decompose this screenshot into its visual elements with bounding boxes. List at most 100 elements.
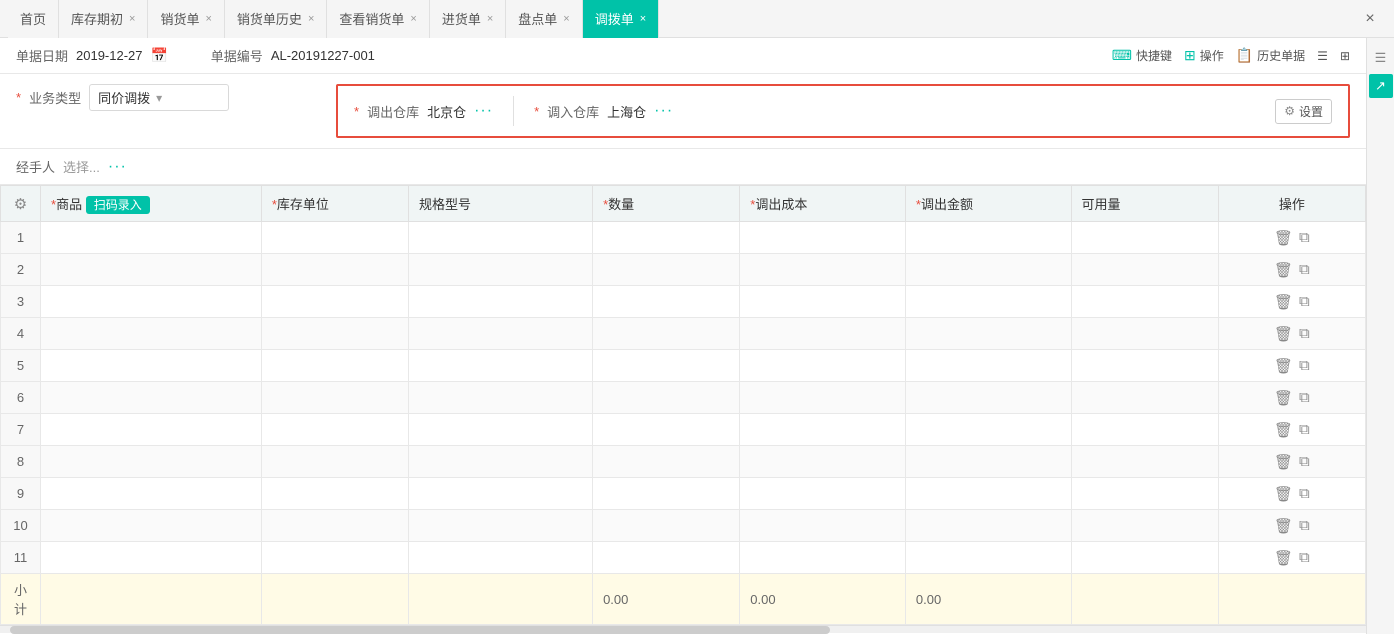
- cost-cell-5[interactable]: [740, 350, 906, 382]
- delete-icon-6[interactable]: 🗑: [1274, 389, 1293, 407]
- amount-cell-9[interactable]: [905, 478, 1071, 510]
- cost-cell-3[interactable]: [740, 286, 906, 318]
- available-cell-9[interactable]: [1071, 478, 1218, 510]
- delete-icon-2[interactable]: 🗑: [1274, 261, 1293, 279]
- sidebar-export-btn[interactable]: ↗: [1369, 74, 1393, 98]
- operations-btn[interactable]: ⊞ 操作: [1184, 47, 1224, 64]
- product-cell-6[interactable]: [41, 382, 262, 414]
- product-cell-5[interactable]: [41, 350, 262, 382]
- unit-cell-5[interactable]: [261, 350, 408, 382]
- business-type-select[interactable]: 同价调拨 ▾: [89, 84, 229, 111]
- spec-cell-9[interactable]: [409, 478, 593, 510]
- unit-cell-10[interactable]: [261, 510, 408, 542]
- tab-sales-history[interactable]: 销货单历史 ×: [225, 0, 327, 38]
- delete-icon-11[interactable]: 🗑: [1274, 549, 1293, 567]
- copy-icon-7[interactable]: ⧉: [1299, 421, 1310, 438]
- available-cell-3[interactable]: [1071, 286, 1218, 318]
- qty-cell-3[interactable]: [593, 286, 740, 318]
- shortcuts-btn[interactable]: ⌨ 快捷键: [1112, 47, 1172, 64]
- layout-grid-btn[interactable]: ⊞: [1340, 49, 1350, 63]
- qty-cell-10[interactable]: [593, 510, 740, 542]
- copy-icon-2[interactable]: ⧉: [1299, 261, 1310, 278]
- close-view-sales[interactable]: ×: [410, 13, 416, 25]
- product-cell-3[interactable]: [41, 286, 262, 318]
- table-gear-icon[interactable]: ⚙: [14, 196, 27, 213]
- available-cell-1[interactable]: [1071, 222, 1218, 254]
- tab-sales-order[interactable]: 销货单 ×: [148, 0, 224, 38]
- amount-cell-2[interactable]: [905, 254, 1071, 286]
- unit-cell-7[interactable]: [261, 414, 408, 446]
- delete-icon-7[interactable]: 🗑: [1274, 421, 1293, 439]
- close-sales-history[interactable]: ×: [308, 13, 314, 25]
- cost-cell-8[interactable]: [740, 446, 906, 478]
- copy-icon-11[interactable]: ⧉: [1299, 549, 1310, 566]
- copy-icon-4[interactable]: ⧉: [1299, 325, 1310, 342]
- transfer-in-more-btn[interactable]: ···: [654, 102, 673, 120]
- cost-cell-11[interactable]: [740, 542, 906, 574]
- delete-icon-8[interactable]: 🗑: [1274, 453, 1293, 471]
- unit-cell-9[interactable]: [261, 478, 408, 510]
- qty-cell-6[interactable]: [593, 382, 740, 414]
- copy-icon-1[interactable]: ⧉: [1299, 229, 1310, 246]
- amount-cell-11[interactable]: [905, 542, 1071, 574]
- tab-initial-stock[interactable]: 库存期初 ×: [59, 0, 148, 38]
- available-cell-2[interactable]: [1071, 254, 1218, 286]
- spec-cell-10[interactable]: [409, 510, 593, 542]
- close-purchase[interactable]: ×: [487, 13, 493, 25]
- spec-cell-4[interactable]: [409, 318, 593, 350]
- unit-cell-3[interactable]: [261, 286, 408, 318]
- product-cell-9[interactable]: [41, 478, 262, 510]
- spec-cell-7[interactable]: [409, 414, 593, 446]
- amount-cell-8[interactable]: [905, 446, 1071, 478]
- copy-icon-3[interactable]: ⧉: [1299, 293, 1310, 310]
- handler-select[interactable]: 选择...: [63, 157, 100, 176]
- unit-cell-8[interactable]: [261, 446, 408, 478]
- spec-cell-8[interactable]: [409, 446, 593, 478]
- delete-icon-9[interactable]: 🗑: [1274, 485, 1293, 503]
- close-transfer[interactable]: ×: [640, 13, 646, 25]
- unit-cell-2[interactable]: [261, 254, 408, 286]
- cost-cell-6[interactable]: [740, 382, 906, 414]
- product-cell-7[interactable]: [41, 414, 262, 446]
- cost-cell-7[interactable]: [740, 414, 906, 446]
- qty-cell-8[interactable]: [593, 446, 740, 478]
- available-cell-8[interactable]: [1071, 446, 1218, 478]
- settings-button[interactable]: ⚙ 设置: [1275, 99, 1332, 124]
- window-close-button[interactable]: ×: [1354, 0, 1386, 38]
- close-initial-stock[interactable]: ×: [129, 13, 135, 25]
- scan-button[interactable]: 扫码录入: [86, 196, 150, 214]
- tab-home[interactable]: 首页: [8, 0, 59, 38]
- spec-cell-5[interactable]: [409, 350, 593, 382]
- unit-cell-4[interactable]: [261, 318, 408, 350]
- amount-cell-6[interactable]: [905, 382, 1071, 414]
- product-cell-4[interactable]: [41, 318, 262, 350]
- scrollbar-area[interactable]: [0, 625, 1366, 633]
- delete-icon-4[interactable]: 🗑: [1274, 325, 1293, 343]
- delete-icon-5[interactable]: 🗑: [1274, 357, 1293, 375]
- history-btn[interactable]: 📋 历史单据: [1236, 47, 1305, 64]
- amount-cell-4[interactable]: [905, 318, 1071, 350]
- product-cell-10[interactable]: [41, 510, 262, 542]
- amount-cell-10[interactable]: [905, 510, 1071, 542]
- transfer-out-more-btn[interactable]: ···: [474, 102, 493, 120]
- qty-cell-7[interactable]: [593, 414, 740, 446]
- available-cell-10[interactable]: [1071, 510, 1218, 542]
- qty-cell-2[interactable]: [593, 254, 740, 286]
- cost-cell-2[interactable]: [740, 254, 906, 286]
- product-cell-11[interactable]: [41, 542, 262, 574]
- amount-cell-3[interactable]: [905, 286, 1071, 318]
- tab-transfer[interactable]: 调拨单 ×: [583, 0, 659, 38]
- qty-cell-4[interactable]: [593, 318, 740, 350]
- tab-view-sales[interactable]: 查看销货单 ×: [327, 0, 429, 38]
- product-cell-1[interactable]: [41, 222, 262, 254]
- amount-cell-1[interactable]: [905, 222, 1071, 254]
- copy-icon-10[interactable]: ⧉: [1299, 517, 1310, 534]
- close-inventory[interactable]: ×: [563, 13, 569, 25]
- copy-icon-5[interactable]: ⧉: [1299, 357, 1310, 374]
- product-cell-8[interactable]: [41, 446, 262, 478]
- delete-icon-1[interactable]: 🗑: [1274, 229, 1293, 247]
- spec-cell-1[interactable]: [409, 222, 593, 254]
- amount-cell-7[interactable]: [905, 414, 1071, 446]
- cost-cell-1[interactable]: [740, 222, 906, 254]
- calendar-icon[interactable]: 📅: [151, 47, 168, 64]
